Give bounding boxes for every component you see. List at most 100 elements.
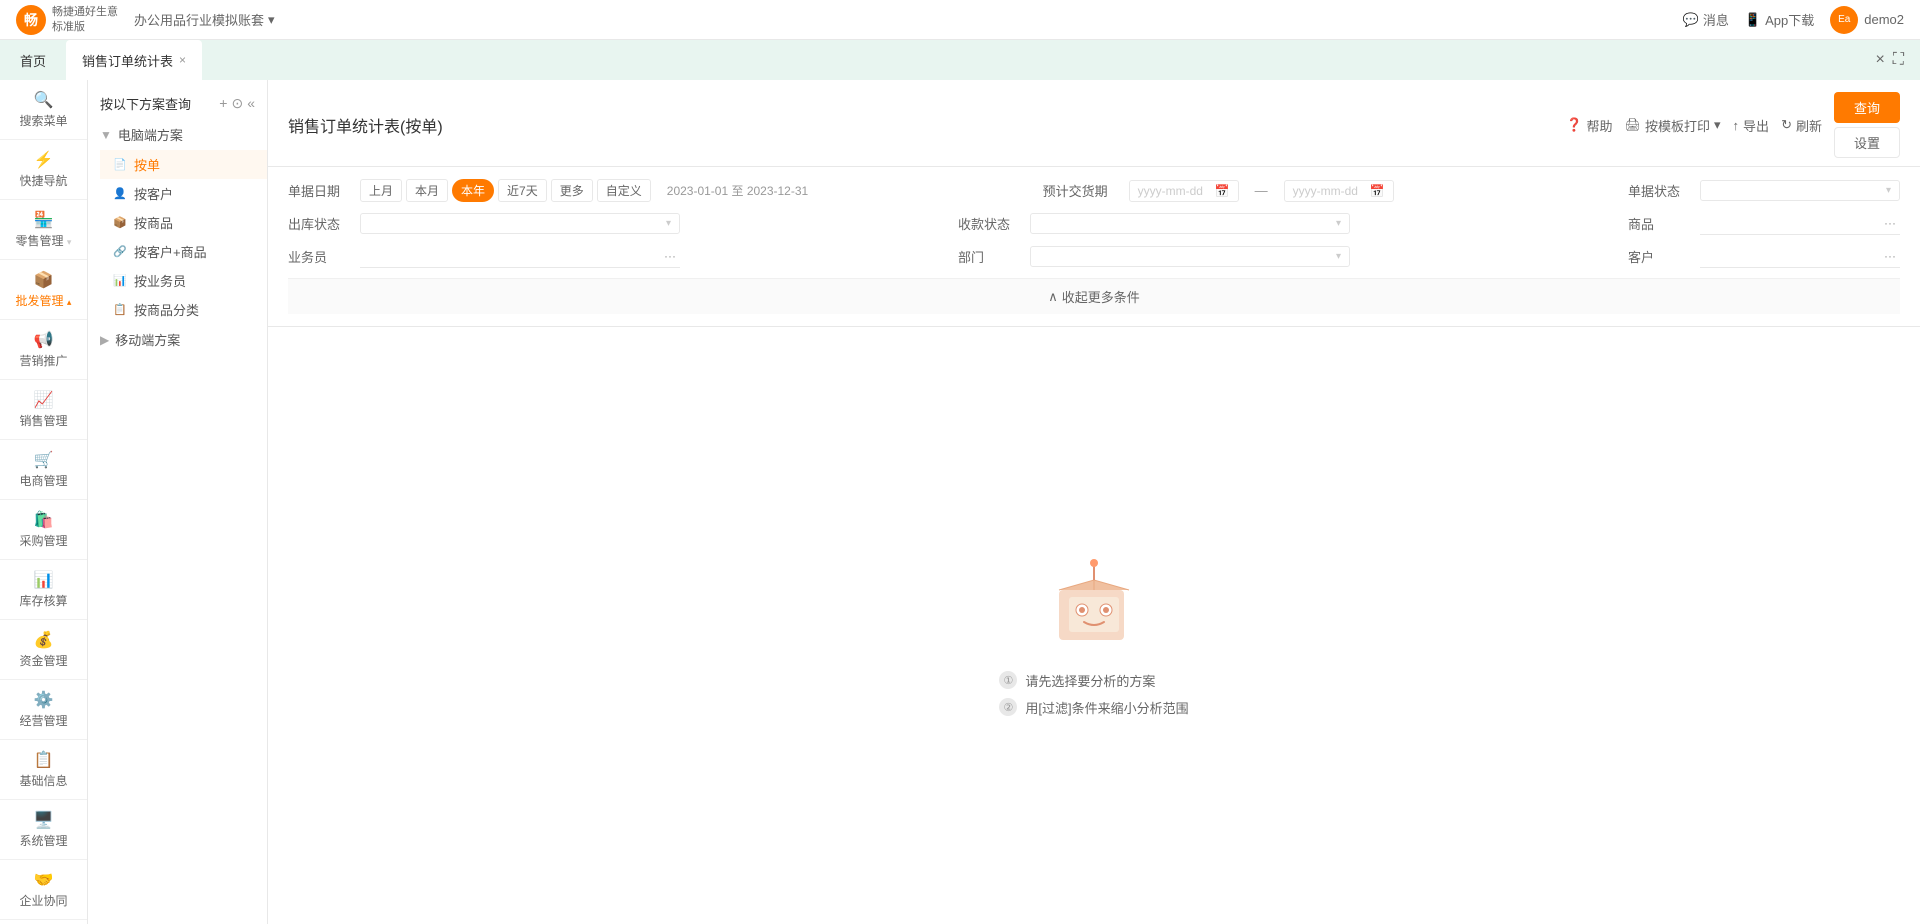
empty-illustration <box>1034 535 1154 655</box>
refresh-icon: ↻ <box>1781 117 1792 133</box>
customer-more-btn[interactable]: ··· <box>1884 249 1896 263</box>
left-panel-header: 按以下方案查询 + ⊙ « <box>88 88 267 119</box>
date-quick-btns: 上月 本月 本年 近7天 更多 自定义 <box>360 179 651 202</box>
query-button[interactable]: 查询 <box>1834 92 1900 123</box>
marketing-icon: 📢 <box>4 330 83 350</box>
ship-status-label: 出库状态 <box>288 214 344 233</box>
refresh-button[interactable]: ↻ 刷新 <box>1781 116 1822 135</box>
calendar-start-icon: 📅 <box>1215 184 1230 198</box>
date-range-text: 2023-01-01 至 2023-12-31 <box>667 182 808 199</box>
sidebar-item-sales[interactable]: 📈 销售管理 <box>0 380 87 440</box>
order-status-select[interactable]: ▾ <box>1700 180 1900 201</box>
tree-child-by-salesman[interactable]: 📊 按业务员 <box>100 266 267 295</box>
tab-sales-order-stats[interactable]: 销售订单统计表 × <box>66 40 202 80</box>
delivery-date-start-input[interactable]: yyyy-mm-dd 📅 <box>1129 180 1239 202</box>
sidebar-item-finance[interactable]: 💰 资金管理 <box>0 620 87 680</box>
settings-button[interactable]: 设置 <box>1834 127 1900 158</box>
by-product-icon: 📦 <box>112 215 128 231</box>
sidebar-item-search-menu[interactable]: 🔍 搜索菜单 <box>0 80 87 140</box>
product-filter-label: 商品 <box>1628 214 1684 233</box>
payment-status-select[interactable]: ▾ <box>1030 213 1350 234</box>
main-layout: 🔍 搜索菜单 ⚡ 快捷导航 🏪 零售管理 ▾ 📦 批发管理 ▴ 📢 营销推广 📈… <box>0 80 1920 924</box>
ecommerce-icon: 🛒 <box>4 450 83 470</box>
app-download-button[interactable]: 📱 App下载 <box>1745 10 1814 29</box>
sidebar-item-wholesale[interactable]: 📦 批发管理 ▴ <box>0 260 87 320</box>
delivery-date-end-input[interactable]: yyyy-mm-dd 📅 <box>1284 180 1394 202</box>
tree-expand-icon: ▼ <box>100 128 112 142</box>
by-salesman-icon: 📊 <box>112 273 128 289</box>
operations-icon: ⚙️ <box>4 690 83 710</box>
sidebar-item-purchase[interactable]: 🛍️ 采购管理 <box>0 500 87 560</box>
more-date-btn[interactable]: 更多 <box>551 179 593 202</box>
tab-home[interactable]: 首页 <box>0 40 66 80</box>
sidebar-item-retail[interactable]: 🏪 零售管理 ▾ <box>0 200 87 260</box>
export-button[interactable]: ↑ 导出 <box>1733 116 1770 135</box>
tree-child-by-customer[interactable]: 👤 按客户 <box>100 179 267 208</box>
this-month-btn[interactable]: 本月 <box>406 179 448 202</box>
sidebar-item-basic-info[interactable]: 📋 基础信息 <box>0 740 87 800</box>
user-menu[interactable]: Ea demo2 <box>1830 6 1904 34</box>
top-bar: 畅 畅捷通好生意 标准版 办公用品行业模拟账套 ▾ 💬 消息 📱 App下载 E… <box>0 0 1920 40</box>
right-btn-group: 查询 设置 <box>1834 92 1900 158</box>
left-panel-title: 按以下方案查询 <box>100 94 191 113</box>
user-avatar: Ea <box>1830 6 1858 34</box>
left-panel: 按以下方案查询 + ⊙ « ▼ 电脑端方案 📄 按单 👤 按客户 📦 按商品 <box>88 80 268 924</box>
filter-row-1: 单据日期 上月 本月 本年 近7天 更多 自定义 2023-01-01 至 20… <box>288 179 1900 202</box>
tree-section-pc[interactable]: ▼ 电脑端方案 <box>88 119 267 150</box>
filter-row-2: 出库状态 ▾ 收款状态 ▾ 商品 ··· <box>288 212 1900 235</box>
sidebar-item-marketing[interactable]: 📢 营销推广 <box>0 320 87 380</box>
tree-collapse-icon: ▶ <box>100 333 109 347</box>
minimize-button[interactable]: × <box>1875 51 1884 69</box>
message-button[interactable]: 💬 消息 <box>1683 10 1729 29</box>
this-year-btn[interactable]: 本年 <box>452 179 494 202</box>
salesman-more-btn[interactable]: ··· <box>664 249 676 263</box>
tree-child-by-order[interactable]: 📄 按单 <box>100 150 267 179</box>
last-7-days-btn[interactable]: 近7天 <box>498 179 547 202</box>
logo-area: 畅 畅捷通好生意 标准版 <box>16 5 118 35</box>
search-icon: 🔍 <box>4 90 83 110</box>
collapse-panel-button[interactable]: « <box>247 95 255 112</box>
date-dash: — <box>1255 183 1268 198</box>
customer-label: 客户 <box>1628 247 1684 266</box>
sidebar-item-operations[interactable]: ⚙️ 经营管理 <box>0 680 87 740</box>
sidebar: 🔍 搜索菜单 ⚡ 快捷导航 🏪 零售管理 ▾ 📦 批发管理 ▴ 📢 营销推广 📈… <box>0 80 88 924</box>
download-icon: 📱 <box>1745 12 1761 28</box>
export-icon: ↑ <box>1733 118 1740 133</box>
tree-child-by-customer-product[interactable]: 🔗 按客户+商品 <box>100 237 267 266</box>
department-select[interactable]: ▾ <box>1030 246 1350 267</box>
app-selector[interactable]: 办公用品行业模拟账套 ▾ <box>126 6 283 33</box>
sidebar-item-inventory[interactable]: 📊 库存核算 <box>0 560 87 620</box>
sidebar-item-enterprise[interactable]: 🤝 企业协同 <box>0 860 87 920</box>
logo-icon: 畅 <box>16 5 46 35</box>
maximize-button[interactable]: ⛶ <box>1893 51 1904 69</box>
help-button[interactable]: ❓ 帮助 <box>1566 116 1612 135</box>
product-more-btn[interactable]: ··· <box>1884 216 1896 230</box>
sidebar-item-system[interactable]: 🖥️ 系统管理 <box>0 800 87 860</box>
system-icon: 🖥️ <box>4 810 83 830</box>
tab-bar: 首页 销售订单统计表 × × ⛶ <box>0 40 1920 80</box>
purchase-icon: 🛍️ <box>4 510 83 530</box>
tree-section-mobile[interactable]: ▶ 移动端方案 <box>88 324 267 355</box>
top-bar-right: 💬 消息 📱 App下载 Ea demo2 <box>1683 6 1904 34</box>
sidebar-item-newbie[interactable]: 🌟 新手引导 <box>0 920 87 924</box>
sidebar-item-ecommerce[interactable]: 🛒 电商管理 <box>0 440 87 500</box>
sales-icon: 📈 <box>4 390 83 410</box>
tree-child-by-category[interactable]: 📋 按商品分类 <box>100 295 267 324</box>
tab-close-button[interactable]: × <box>179 53 186 67</box>
collapse-more-conditions[interactable]: ∧ 收起更多条件 <box>288 278 1900 314</box>
custom-date-btn[interactable]: 自定义 <box>597 179 651 202</box>
ship-status-select[interactable]: ▾ <box>360 213 680 234</box>
last-month-btn[interactable]: 上月 <box>360 179 402 202</box>
by-order-icon: 📄 <box>112 157 128 173</box>
order-status-chevron: ▾ <box>1886 185 1891 196</box>
content-area: 销售订单统计表(按单) ❓ 帮助 🖨 按模板打印 ▾ ↑ 导出 ↻ 刷新 <box>268 80 1920 924</box>
step-2-num: ② <box>999 698 1017 716</box>
step-1-num: ① <box>999 671 1017 689</box>
tree-child-by-product[interactable]: 📦 按商品 <box>100 208 267 237</box>
top-bar-left: 畅 畅捷通好生意 标准版 办公用品行业模拟账套 ▾ <box>16 5 283 35</box>
scheme-settings-button[interactable]: ⊙ <box>231 95 243 112</box>
add-scheme-button[interactable]: + <box>219 95 227 112</box>
sidebar-item-quick-nav[interactable]: ⚡ 快捷导航 <box>0 140 87 200</box>
print-button[interactable]: 🖨 按模板打印 ▾ <box>1624 116 1720 135</box>
payment-status-label: 收款状态 <box>958 214 1014 233</box>
